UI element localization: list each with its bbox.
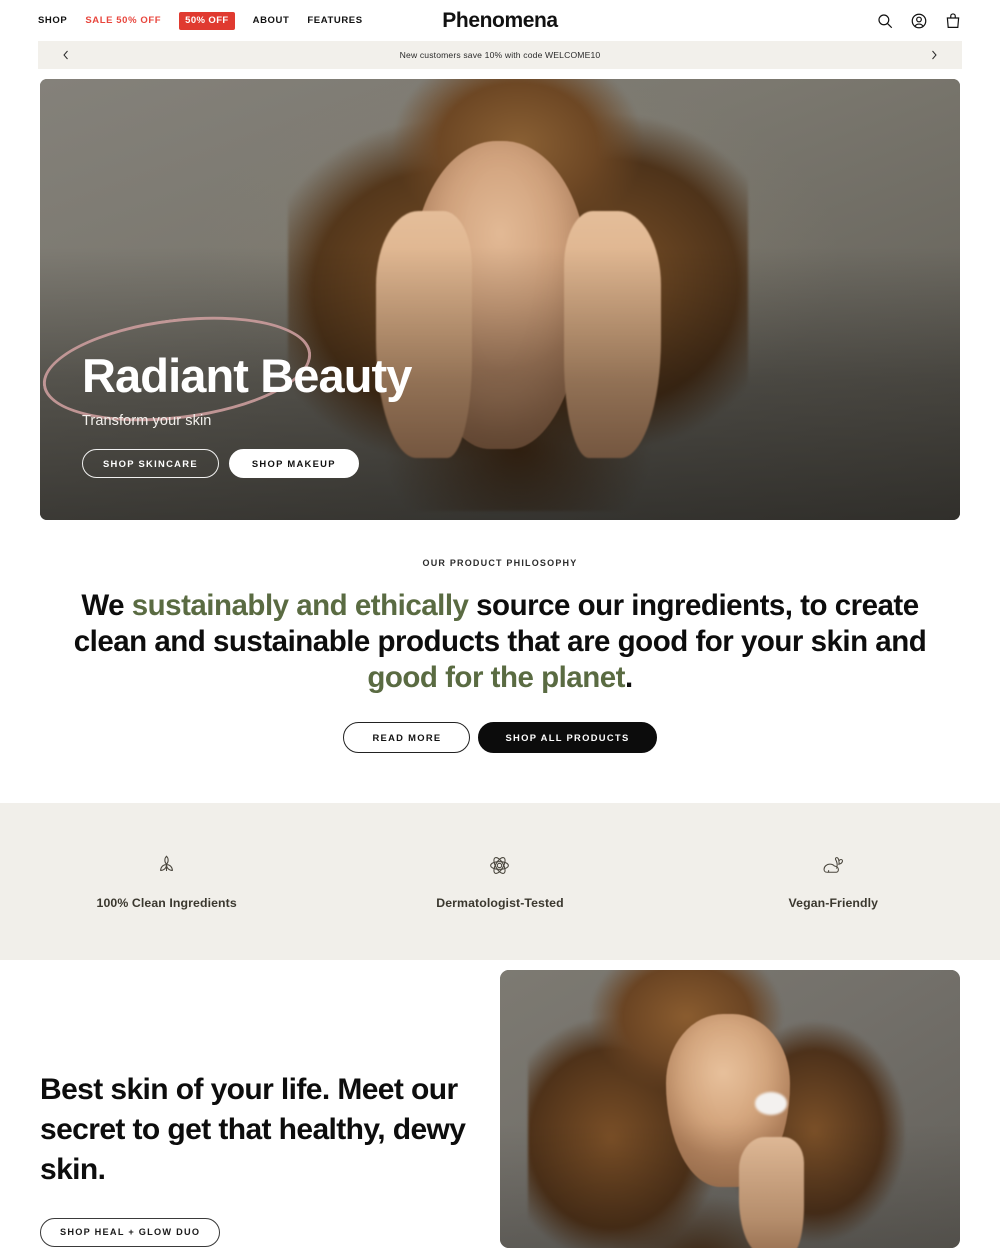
split-product-image [500, 969, 960, 1248]
split-heading: Best skin of your life. Meet our secret … [40, 1072, 466, 1186]
leaf-icon [160, 855, 174, 872]
split-promo-section: Best skin of your life. Meet our secret … [0, 960, 1000, 1248]
nav-item-shop[interactable]: SHOP [38, 15, 67, 26]
split-text-column: Best skin of your life. Meet our secret … [40, 960, 500, 1247]
nav-item-about[interactable]: ABOUT [253, 15, 290, 26]
main-navigation: SHOP SALE 50% OFF 50% OFF ABOUT FEATURES [38, 11, 363, 30]
feature-item-dermatologist-tested: Dermatologist-Tested [333, 852, 666, 910]
account-icon[interactable] [910, 12, 928, 30]
hero-title: Radiant Beauty [82, 349, 412, 402]
features-strip: 100% Clean Ingredients Dermatologist-Tes… [0, 802, 1000, 960]
feature-item-clean-ingredients: 100% Clean Ingredients [0, 852, 333, 910]
nav-item-features[interactable]: FEATURES [307, 15, 362, 26]
feature-label: Vegan-Friendly [788, 896, 879, 911]
philosophy-section: OUR PRODUCT PHILOSOPHY We sustainably an… [0, 520, 1000, 753]
philosophy-heading: We sustainably and ethically source our … [60, 588, 940, 696]
split-button-wrap: SHOP HEAL + GLOW DUO [40, 1217, 480, 1247]
philosophy-part-1: We [81, 589, 132, 622]
rabbit-icon [823, 857, 843, 874]
hero-subtitle: Transform your skin [82, 413, 212, 429]
feature-label: 100% Clean Ingredients [96, 896, 237, 911]
atom-icon [490, 857, 510, 875]
shop-skincare-button[interactable]: SHOP SKINCARE [82, 449, 219, 478]
chevron-left-icon[interactable] [60, 49, 72, 61]
philosophy-part-2-accent: sustainably and ethically [131, 589, 469, 622]
cart-icon[interactable] [944, 12, 962, 30]
nav-item-sale[interactable]: SALE 50% OFF [85, 15, 161, 26]
hero-content: Radiant Beauty Transform your skin SHOP … [82, 352, 412, 478]
search-icon[interactable] [876, 12, 894, 30]
shop-makeup-button[interactable]: SHOP MAKEUP [228, 449, 359, 478]
hero-button-group: SHOP SKINCARE SHOP MAKEUP [82, 449, 412, 478]
philosophy-part-5: . [624, 660, 633, 694]
feature-item-vegan-friendly: Vegan-Friendly [667, 852, 1000, 910]
page-root: SHOP SALE 50% OFF 50% OFF ABOUT FEATURES… [0, 0, 1000, 1248]
announcement-text: New customers save 10% with code WELCOME… [399, 50, 601, 60]
philosophy-part-4-accent: good for the planet [367, 660, 625, 694]
announcement-bar: New customers save 10% with code WELCOME… [38, 41, 962, 69]
shop-heal-glow-duo-button[interactable]: SHOP HEAL + GLOW DUO [40, 1217, 221, 1247]
feature-label: Dermatologist-Tested [436, 896, 564, 911]
philosophy-eyebrow: OUR PRODUCT PHILOSOPHY [422, 558, 578, 568]
sale-badge[interactable]: 50% OFF [179, 11, 235, 30]
hero-banner: Radiant Beauty Transform your skin SHOP … [40, 79, 960, 520]
site-header: SHOP SALE 50% OFF 50% OFF ABOUT FEATURES… [0, 0, 1000, 41]
philosophy-button-group: READ MORE SHOP ALL PRODUCTS [60, 721, 940, 753]
shop-all-products-button[interactable]: SHOP ALL PRODUCTS [478, 721, 657, 753]
read-more-button[interactable]: READ MORE [343, 721, 471, 753]
chevron-right-icon[interactable] [928, 49, 940, 61]
header-icon-group [876, 12, 962, 30]
